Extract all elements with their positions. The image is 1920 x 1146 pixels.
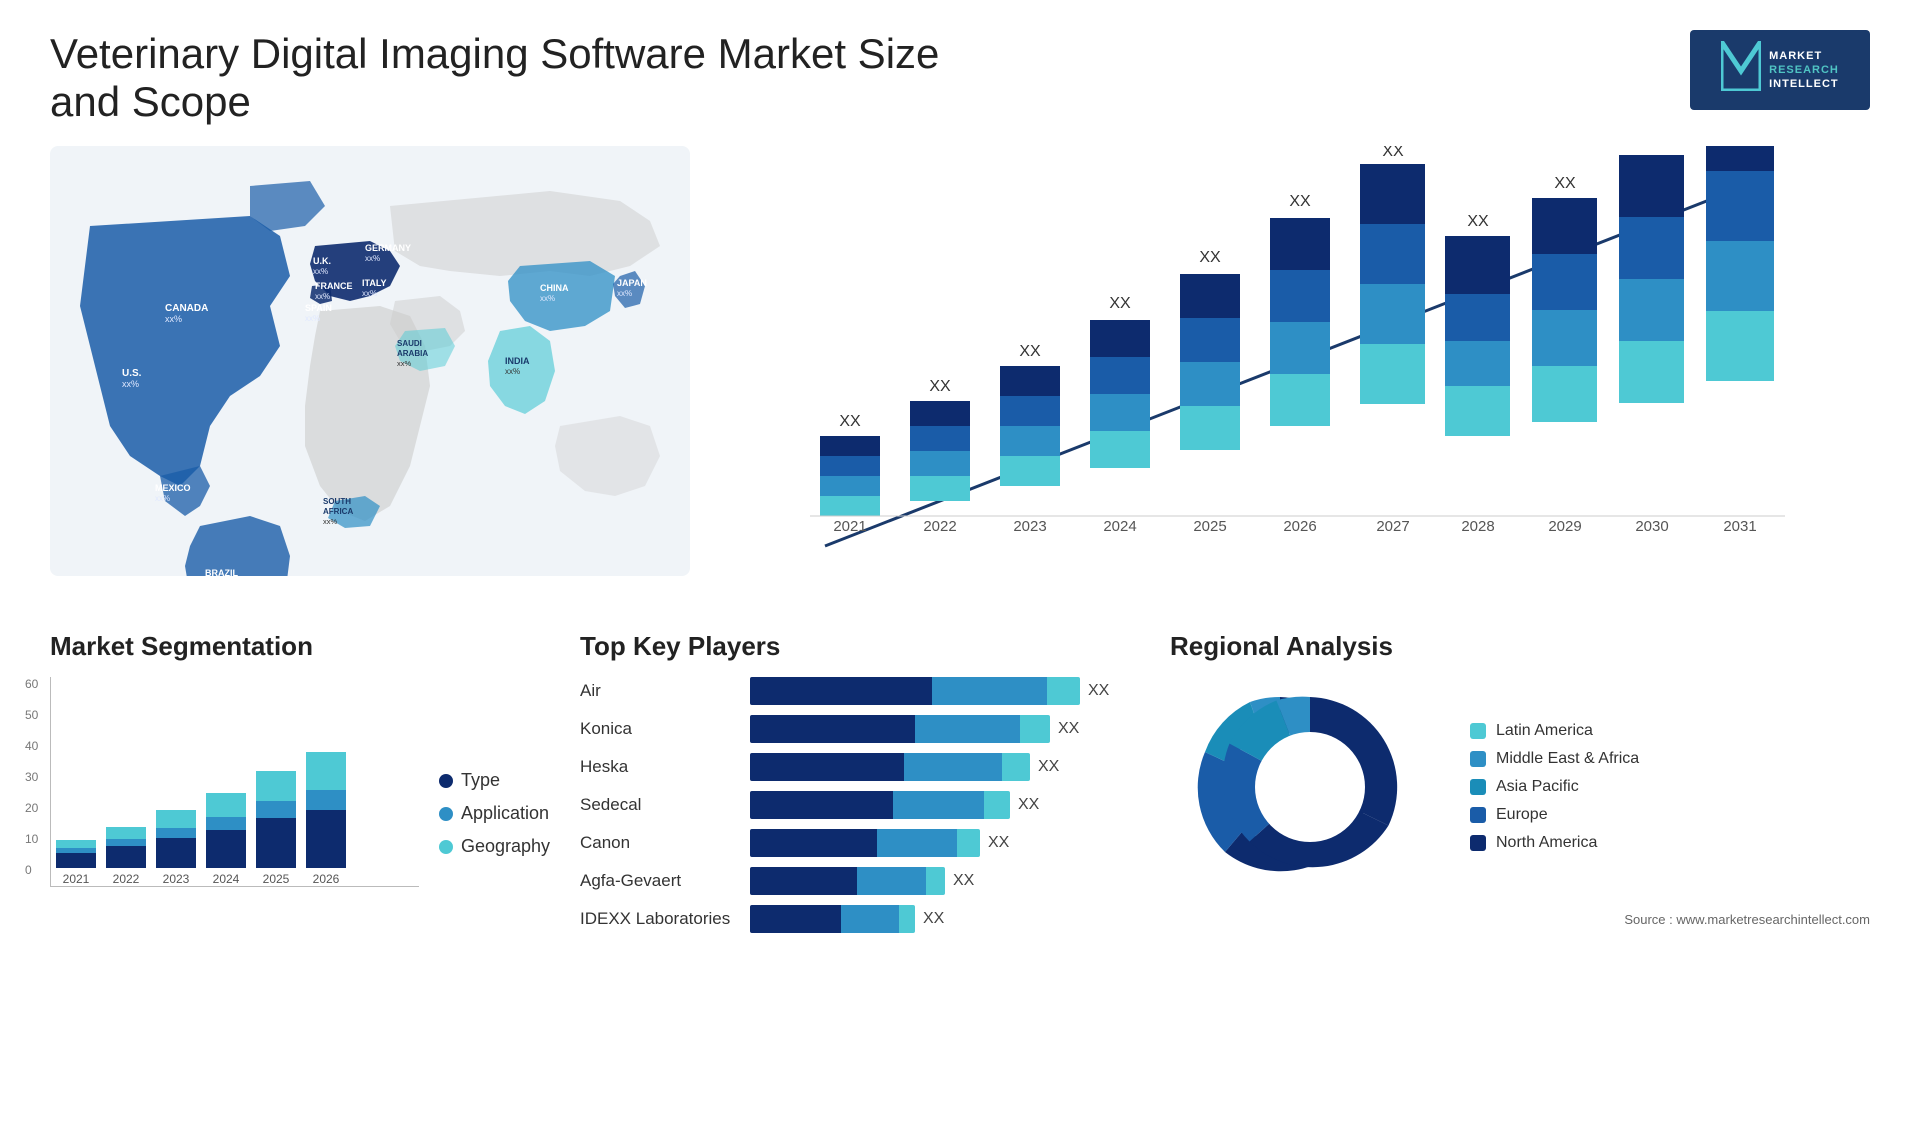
- header: Veterinary Digital Imaging Software Mark…: [50, 30, 1870, 126]
- svg-text:2026: 2026: [1283, 518, 1316, 535]
- player-row-sedecal: Sedecal XX: [580, 791, 1140, 819]
- type-dot: [439, 774, 453, 788]
- svg-text:xx%: xx%: [313, 267, 328, 276]
- svg-text:CANADA: CANADA: [165, 303, 208, 314]
- donut-container: Latin America Middle East & Africa Asia …: [1170, 677, 1870, 897]
- svg-text:INDIA: INDIA: [505, 356, 530, 366]
- seg-legend: Type Application Geography: [439, 770, 550, 887]
- regional-section: Regional Analysis: [1170, 631, 1870, 943]
- svg-text:XX: XX: [839, 413, 861, 430]
- svg-text:FRANCE: FRANCE: [315, 281, 353, 291]
- player-row-air: Air XX: [580, 677, 1140, 705]
- logo-container: MARKET RESEARCH INTELLECT: [1690, 30, 1870, 110]
- svg-text:2029: 2029: [1548, 518, 1581, 535]
- svg-text:xx%: xx%: [323, 517, 338, 526]
- svg-text:xx%: xx%: [540, 294, 555, 303]
- svg-text:2023: 2023: [1013, 518, 1046, 535]
- legend-middle-east: Middle East & Africa: [1470, 750, 1639, 768]
- regional-legend: Latin America Middle East & Africa Asia …: [1470, 722, 1639, 852]
- svg-text:XX: XX: [1641, 146, 1663, 150]
- legend-item-type: Type: [439, 770, 550, 791]
- source-text: Source : www.marketresearchintellect.com: [1170, 912, 1870, 927]
- player-row-agfa: Agfa-Gevaert XX: [580, 867, 1140, 895]
- logo-box: MARKET RESEARCH INTELLECT: [1690, 30, 1870, 110]
- seg-bars: 2021 2022: [50, 677, 419, 887]
- players-title: Top Key Players: [580, 631, 1140, 662]
- legend-north-america: North America: [1470, 834, 1639, 852]
- segmentation-section: Market Segmentation 60 50 40 30 20 10 0: [50, 631, 550, 943]
- svg-text:AFRICA: AFRICA: [323, 507, 353, 516]
- player-row-heska: Heska XX: [580, 753, 1140, 781]
- svg-text:XX: XX: [1109, 295, 1131, 312]
- north-america-color: [1470, 835, 1486, 851]
- legend-europe: Europe: [1470, 806, 1639, 824]
- svg-text:ARABIA: ARABIA: [397, 349, 428, 358]
- svg-text:XX: XX: [1467, 213, 1489, 230]
- legend-asia-pacific: Asia Pacific: [1470, 778, 1639, 796]
- svg-text:SOUTH: SOUTH: [323, 497, 351, 506]
- segmentation-title: Market Segmentation: [50, 631, 550, 662]
- middle-east-color: [1470, 751, 1486, 767]
- svg-text:xx%: xx%: [315, 292, 330, 301]
- player-row-konica: Konica XX: [580, 715, 1140, 743]
- svg-text:xx%: xx%: [155, 494, 170, 503]
- geography-dot: [439, 840, 453, 854]
- svg-text:2025: 2025: [1193, 518, 1226, 535]
- svg-text:U.K.: U.K.: [313, 256, 331, 266]
- svg-text:2030: 2030: [1635, 518, 1668, 535]
- svg-text:2021: 2021: [833, 518, 866, 535]
- svg-text:XX: XX: [1382, 146, 1404, 160]
- growth-chart: XX 2021 XX 2022 XX 2023: [740, 146, 1840, 606]
- svg-text:BRAZIL: BRAZIL: [205, 568, 238, 576]
- svg-text:2028: 2028: [1461, 518, 1494, 535]
- legend-item-application: Application: [439, 803, 550, 824]
- regional-title: Regional Analysis: [1170, 631, 1870, 662]
- svg-text:XX: XX: [1727, 146, 1754, 151]
- europe-color: [1470, 807, 1486, 823]
- svg-text:XX: XX: [929, 378, 951, 395]
- logo-text: MARKET RESEARCH INTELLECT: [1769, 49, 1839, 92]
- latin-america-color: [1470, 723, 1486, 739]
- svg-text:xx%: xx%: [505, 367, 520, 376]
- players-section: Top Key Players Air XX Konica: [580, 631, 1140, 943]
- player-row-idexx: IDEXX Laboratories XX: [580, 905, 1140, 933]
- svg-text:2027: 2027: [1376, 518, 1409, 535]
- svg-text:ITALY: ITALY: [362, 278, 387, 288]
- svg-text:xx%: xx%: [122, 379, 139, 389]
- world-map: CANADA xx% U.S. xx% MEXICO xx% BRAZIL xx…: [50, 146, 690, 576]
- page-container: Veterinary Digital Imaging Software Mark…: [0, 0, 1920, 1146]
- map-section: CANADA xx% U.S. xx% MEXICO xx% BRAZIL xx…: [50, 146, 700, 611]
- player-row-canon: Canon XX: [580, 829, 1140, 857]
- logo-letter: [1721, 41, 1761, 100]
- svg-text:XX: XX: [1289, 193, 1311, 210]
- donut-chart-overlay: [1200, 677, 1420, 897]
- application-dot: [439, 807, 453, 821]
- svg-text:xx%: xx%: [365, 254, 380, 263]
- svg-text:xx%: xx%: [305, 314, 320, 323]
- svg-text:xx%: xx%: [397, 359, 412, 368]
- asia-pacific-color: [1470, 779, 1486, 795]
- svg-text:JAPAN: JAPAN: [617, 278, 647, 288]
- svg-text:SAUDI: SAUDI: [397, 339, 422, 348]
- svg-text:SPAIN: SPAIN: [305, 303, 332, 313]
- svg-text:2031: 2031: [1723, 518, 1756, 535]
- svg-text:XX: XX: [1019, 343, 1041, 360]
- legend-item-geography: Geography: [439, 836, 550, 857]
- svg-text:CHINA: CHINA: [540, 283, 569, 293]
- svg-text:XX: XX: [1554, 175, 1576, 192]
- svg-text:XX: XX: [1199, 249, 1221, 266]
- bar-chart-section: XX 2021 XX 2022 XX 2023: [720, 146, 1870, 611]
- svg-text:MEXICO: MEXICO: [155, 483, 191, 493]
- svg-text:GERMANY: GERMANY: [365, 243, 411, 253]
- svg-text:2024: 2024: [1103, 518, 1136, 535]
- svg-text:xx%: xx%: [362, 289, 377, 298]
- svg-text:xx%: xx%: [165, 314, 182, 324]
- svg-text:xx%: xx%: [617, 289, 632, 298]
- page-title: Veterinary Digital Imaging Software Mark…: [50, 30, 950, 126]
- svg-text:2022: 2022: [923, 518, 956, 535]
- svg-text:U.S.: U.S.: [122, 368, 142, 379]
- legend-latin-america: Latin America: [1470, 722, 1639, 740]
